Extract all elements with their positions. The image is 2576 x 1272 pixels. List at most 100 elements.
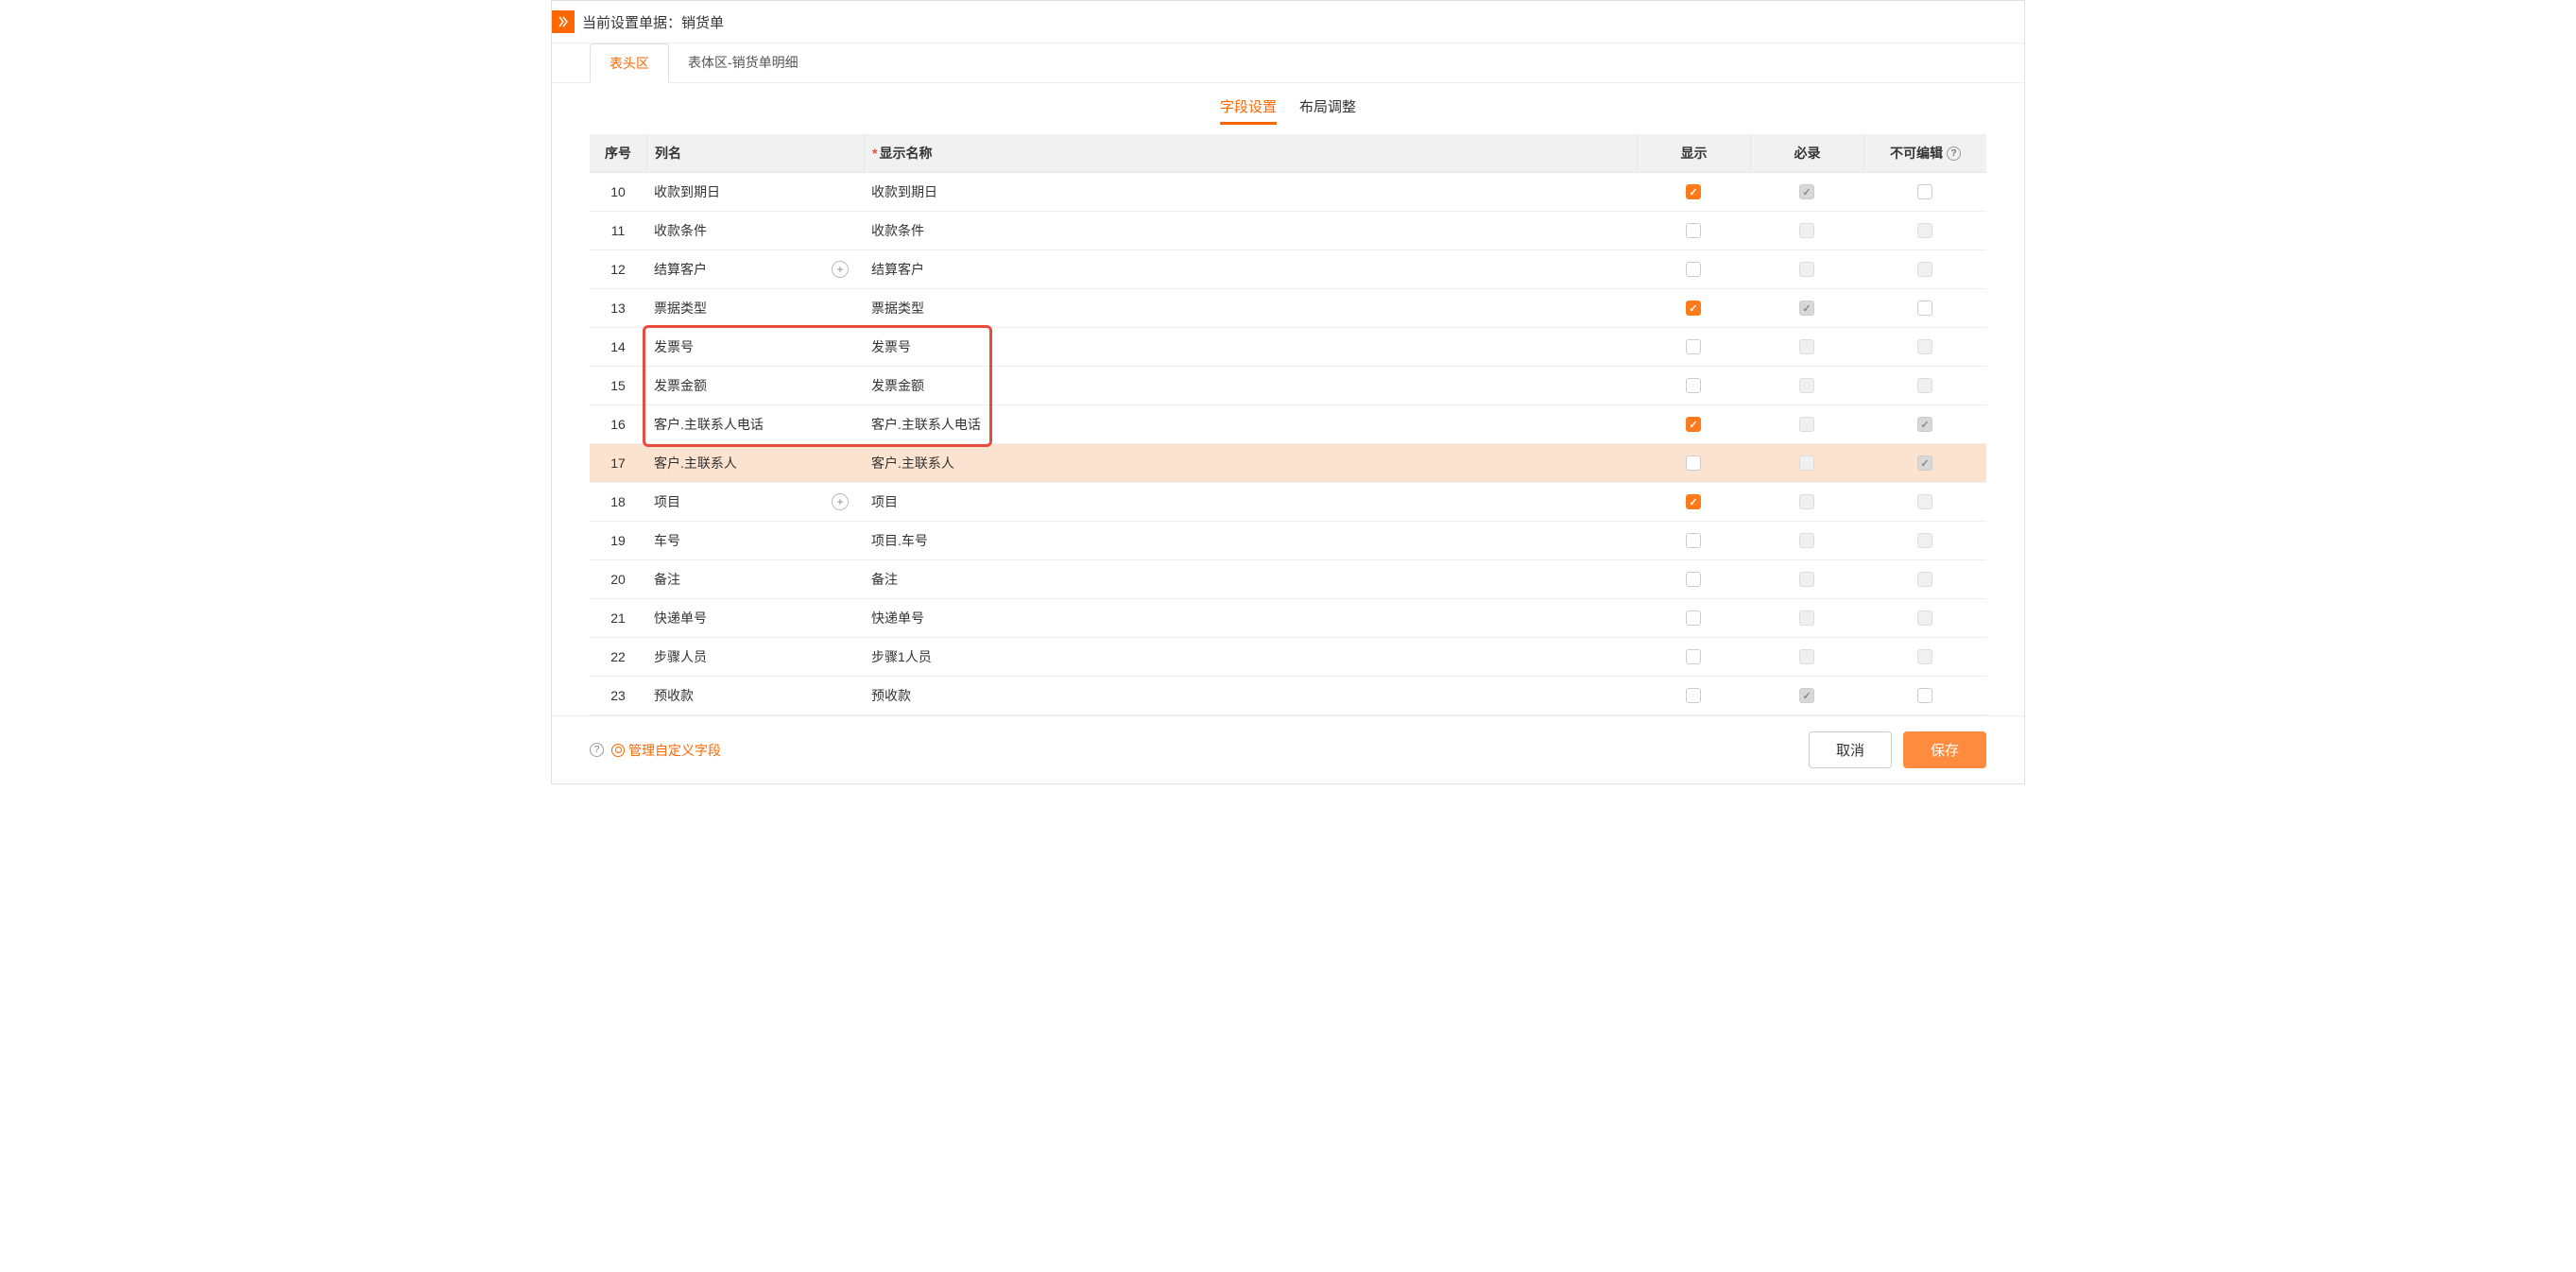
lock-checkbox [1917, 610, 1932, 626]
cell-display-name[interactable]: 收款到期日 [864, 173, 1637, 211]
cell-display-name[interactable]: 预收款 [864, 677, 1637, 714]
cell-num: 10 [590, 173, 646, 211]
cell-name: 发票金额 [646, 367, 864, 404]
table-row[interactable]: 11收款条件收款条件 [590, 212, 1986, 250]
cell-display-name[interactable]: 客户.主联系人 [864, 444, 1637, 482]
cell-name: 结算客户+ [646, 250, 864, 288]
column-name-label: 快递单号 [654, 609, 707, 627]
footer-help-icon[interactable]: ? [590, 743, 604, 757]
cell-display-name[interactable]: 结算客户 [864, 250, 1637, 288]
manage-custom-fields-link[interactable]: 管理自定义字段 [611, 741, 721, 760]
manage-custom-fields-label: 管理自定义字段 [628, 741, 721, 760]
table-header-row: 序号 列名 * 显示名称 显示 必录 不可编辑 ? [590, 134, 1986, 173]
lock-checkbox[interactable] [1917, 184, 1932, 199]
lock-checkbox [1917, 262, 1932, 277]
show-checkbox[interactable] [1686, 184, 1701, 199]
cell-required [1750, 483, 1863, 521]
cell-display-name[interactable]: 项目.车号 [864, 522, 1637, 559]
save-button[interactable]: 保存 [1903, 731, 1986, 768]
cell-name: 步骤人员 [646, 638, 864, 676]
cell-required [1750, 367, 1863, 404]
lock-checkbox[interactable] [1917, 301, 1932, 316]
table-row[interactable]: 20备注备注 [590, 560, 1986, 599]
required-checkbox [1799, 378, 1814, 393]
show-checkbox[interactable] [1686, 649, 1701, 664]
cell-display-name[interactable]: 项目 [864, 483, 1637, 521]
lock-checkbox [1917, 572, 1932, 587]
required-checkbox [1799, 456, 1814, 471]
cell-show [1637, 367, 1750, 404]
cell-name: 项目 + [646, 483, 864, 521]
cell-required [1750, 405, 1863, 443]
column-name-label: 项目 [654, 492, 680, 511]
show-checkbox[interactable] [1686, 688, 1701, 703]
show-checkbox[interactable] [1686, 262, 1701, 277]
cell-required [1750, 638, 1863, 676]
table-row[interactable]: 13票据类型票据类型 [590, 289, 1986, 328]
cell-show [1637, 522, 1750, 559]
add-child-button[interactable]: + [832, 261, 849, 278]
cancel-button[interactable]: 取消 [1809, 731, 1892, 768]
expand-toggle-button[interactable] [552, 10, 575, 33]
add-child-button[interactable]: + [832, 493, 849, 510]
table-row[interactable]: 22步骤人员步骤1人员 [590, 638, 1986, 677]
table-row[interactable]: 23预收款预收款 [590, 677, 1986, 715]
show-checkbox[interactable] [1686, 301, 1701, 316]
subtab-0[interactable]: 字段设置 [1220, 96, 1277, 125]
cell-display-name[interactable]: 票据类型 [864, 289, 1637, 327]
tab-1[interactable]: 表体区-销货单明细 [669, 43, 817, 82]
show-checkbox[interactable] [1686, 456, 1701, 471]
lock-checkbox[interactable] [1917, 688, 1932, 703]
table-row[interactable]: 17客户.主联系人客户.主联系人 [590, 444, 1986, 483]
table-row[interactable]: 19车号项目.车号 [590, 522, 1986, 560]
table-row[interactable]: 10收款到期日收款到期日 [590, 173, 1986, 212]
column-name-label: 预收款 [654, 686, 694, 705]
cell-required [1750, 560, 1863, 598]
table-row[interactable]: 16客户.主联系人电话客户.主联系人电话 [590, 405, 1986, 444]
required-checkbox [1799, 223, 1814, 238]
show-checkbox[interactable] [1686, 223, 1701, 238]
cell-show [1637, 638, 1750, 676]
cell-display-name[interactable]: 快递单号 [864, 599, 1637, 637]
required-checkbox [1799, 184, 1814, 199]
cell-show [1637, 250, 1750, 288]
show-checkbox[interactable] [1686, 417, 1701, 432]
cell-display-name[interactable]: 发票金额 [864, 367, 1637, 404]
table-row[interactable]: 14发票号发票号 [590, 328, 1986, 367]
cell-display-name[interactable]: 步骤1人员 [864, 638, 1637, 676]
cell-name: 预收款 [646, 677, 864, 714]
cell-num: 15 [590, 367, 646, 404]
column-name-label: 票据类型 [654, 299, 707, 318]
required-checkbox [1799, 533, 1814, 548]
show-checkbox[interactable] [1686, 339, 1701, 354]
table-row[interactable]: 12结算客户+结算客户 [590, 250, 1986, 289]
cell-show [1637, 560, 1750, 598]
table-row[interactable]: 21快递单号快递单号 [590, 599, 1986, 638]
cell-display-name[interactable]: 客户.主联系人电话 [864, 405, 1637, 443]
lock-checkbox [1917, 339, 1932, 354]
column-name-label: 客户.主联系人电话 [654, 415, 764, 434]
show-checkbox[interactable] [1686, 572, 1701, 587]
subtab-1[interactable]: 布局调整 [1299, 96, 1356, 125]
column-name-label: 发票金额 [654, 376, 707, 395]
lock-checkbox [1917, 533, 1932, 548]
cell-lock [1863, 483, 1986, 521]
cell-show [1637, 405, 1750, 443]
show-checkbox[interactable] [1686, 494, 1701, 509]
cell-num: 14 [590, 328, 646, 366]
cell-display-name[interactable]: 发票号 [864, 328, 1637, 366]
cell-name: 发票号 [646, 328, 864, 366]
show-checkbox[interactable] [1686, 378, 1701, 393]
lock-checkbox [1917, 494, 1932, 509]
column-name-label: 备注 [654, 570, 680, 589]
show-checkbox[interactable] [1686, 610, 1701, 626]
table-row[interactable]: 15 发票金额 发票金额 [590, 367, 1986, 405]
tab-0[interactable]: 表头区 [590, 43, 669, 83]
lock-checkbox [1917, 417, 1932, 432]
cell-display-name[interactable]: 备注 [864, 560, 1637, 598]
show-checkbox[interactable] [1686, 533, 1701, 548]
table-row[interactable]: 18项目+项目 [590, 483, 1986, 522]
cell-display-name[interactable]: 收款条件 [864, 212, 1637, 249]
help-icon[interactable]: ? [1947, 146, 1961, 161]
cell-lock [1863, 638, 1986, 676]
